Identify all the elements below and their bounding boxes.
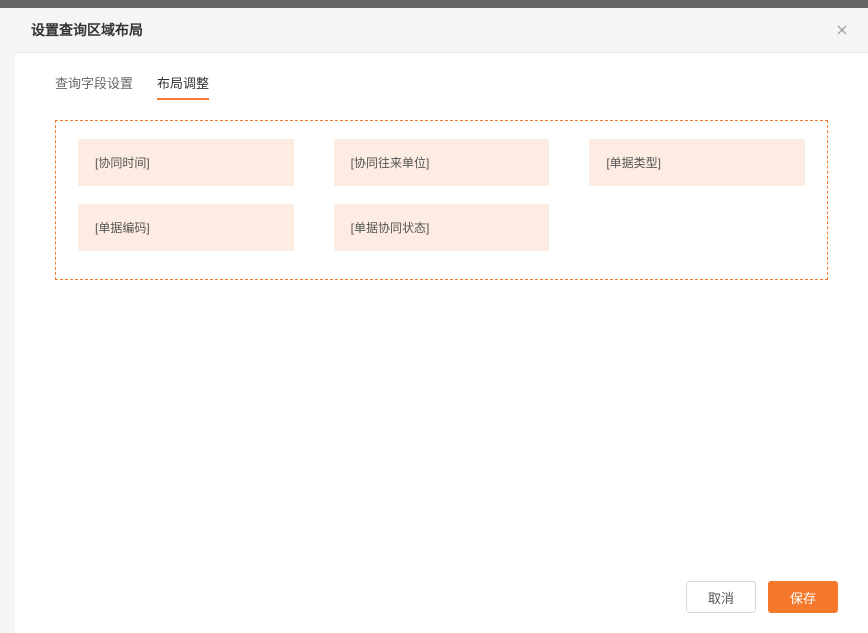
field-chip-document-type[interactable]: [单据类型] xyxy=(589,139,805,186)
field-chip-collab-status[interactable]: [单据协同状态] xyxy=(334,204,550,251)
modal-title: 设置查询区域布局 xyxy=(31,20,143,40)
tabs: 查询字段设置 布局调整 xyxy=(55,73,828,100)
backdrop-left xyxy=(0,8,15,633)
field-grid: [协同时间] [协同往来单位] [单据类型] [单据编码] [单据协同状态] xyxy=(78,139,805,251)
save-button[interactable]: 保存 xyxy=(768,581,838,613)
tab-layout-adjustment[interactable]: 布局调整 xyxy=(157,73,209,100)
field-chip-collab-time[interactable]: [协同时间] xyxy=(78,139,294,186)
close-button[interactable] xyxy=(832,20,852,40)
field-chip-document-code[interactable]: [单据编码] xyxy=(78,204,294,251)
field-chip-collab-unit[interactable]: [协同往来单位] xyxy=(334,139,550,186)
cancel-button[interactable]: 取消 xyxy=(686,581,756,613)
close-icon xyxy=(835,23,849,37)
modal-header: 设置查询区域布局 xyxy=(15,8,868,53)
modal-footer: 取消 保存 xyxy=(15,567,868,633)
backdrop-top xyxy=(0,0,868,8)
modal-body: 查询字段设置 布局调整 [协同时间] [协同往来单位] [单据类型] [单据编码… xyxy=(15,53,868,567)
tab-query-field-settings[interactable]: 查询字段设置 xyxy=(55,73,133,100)
layout-drop-zone[interactable]: [协同时间] [协同往来单位] [单据类型] [单据编码] [单据协同状态] xyxy=(55,120,828,280)
layout-settings-modal: 设置查询区域布局 查询字段设置 布局调整 [协同时间] [协同往来单位] [单据… xyxy=(15,8,868,633)
